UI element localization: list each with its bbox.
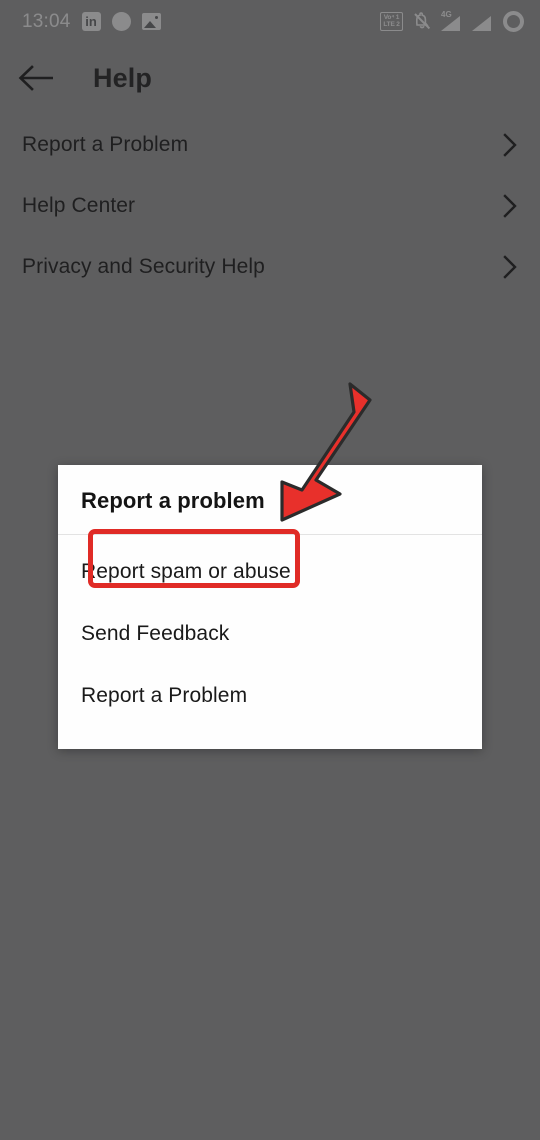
dialog-option-label: Report spam or abuse	[81, 560, 291, 583]
phone-screen: 13:04 Vo⁴ 1 LTE 2	[0, 0, 540, 1140]
dialog-option-report-spam-or-abuse[interactable]: Report spam or abuse	[58, 541, 482, 603]
dialog-option-list: Report spam or abuse Send Feedback Repor…	[58, 535, 482, 749]
dialog-option-send-feedback[interactable]: Send Feedback	[58, 603, 482, 665]
dialog-option-label: Send Feedback	[81, 622, 230, 645]
dialog-title: Report a problem	[81, 488, 265, 513]
report-a-problem-dialog: Report a problem Report spam or abuse Se…	[58, 465, 482, 749]
dialog-option-label: Report a Problem	[81, 684, 248, 707]
dialog-option-report-a-problem[interactable]: Report a Problem	[58, 665, 482, 727]
